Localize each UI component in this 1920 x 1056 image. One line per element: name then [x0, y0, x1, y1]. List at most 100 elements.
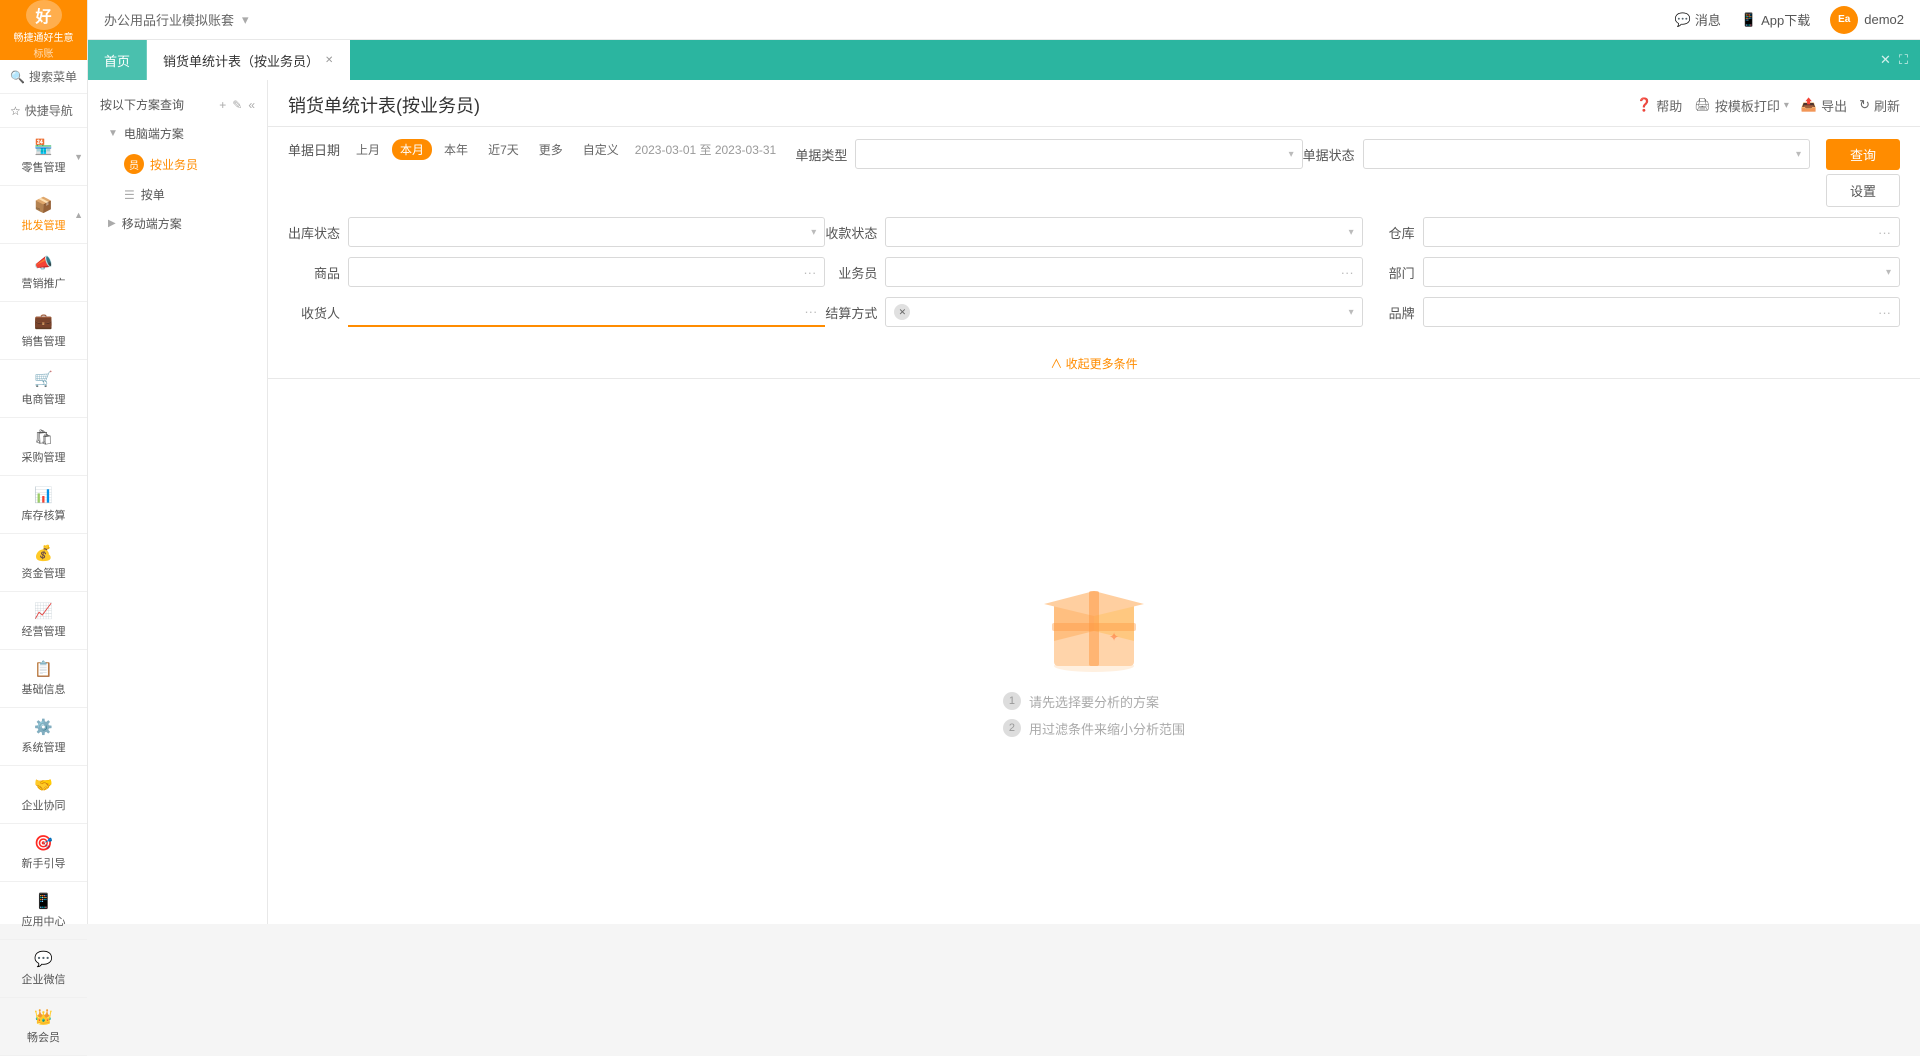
date-tab-more[interactable]: 更多 — [531, 139, 571, 160]
sidebar-item-newbie[interactable]: 🎯 新手引导 — [0, 824, 87, 882]
refresh-button[interactable]: ↻ 刷新 — [1859, 96, 1900, 115]
message-action[interactable]: 💬 消息 — [1675, 10, 1721, 29]
step-2-number: 2 — [1003, 719, 1021, 737]
tab-expand-area: ✕ ⛶ — [1868, 52, 1920, 68]
print-button[interactable]: 🖨 按模板打印 ▾ — [1694, 96, 1789, 115]
sidebar-item-wechat[interactable]: 💬 企业微信 — [0, 940, 87, 998]
app-logo[interactable]: 好 畅捷通好生意 标账 — [0, 0, 87, 60]
sidebar-item-inventory[interactable]: 📊 库存核算 — [0, 476, 87, 534]
empty-step-2: 2 用过滤条件来缩小分析范围 — [1003, 719, 1185, 738]
page-title: 销货单统计表(按业务员) — [288, 92, 480, 118]
tab-close-button[interactable]: ✕ — [325, 55, 333, 66]
dots-icon: ··· — [803, 265, 816, 280]
settlement-input[interactable]: ✕ ▾ — [885, 297, 1362, 327]
edit-scheme-button[interactable]: ✎ — [232, 98, 242, 112]
sidebar-item-apps[interactable]: 📱 应用中心 — [0, 882, 87, 940]
dept-input[interactable]: ▾ — [1423, 257, 1900, 287]
sidebar-item-enterprise[interactable]: 🤝 企业协同 — [0, 766, 87, 824]
filter-row-3: 商品 ··· 业务员 ··· — [288, 257, 1900, 287]
search-menu[interactable]: 🔍 搜索菜单 — [0, 60, 87, 94]
date-tabs-group: 上月 本月 本年 近7天 更多 自定义 2023-03-01 至 2023-03… — [348, 139, 776, 160]
sidebar-item-sales[interactable]: 💼 销售管理 — [0, 302, 87, 360]
dropdown-arrow-icon: ▾ — [1289, 149, 1294, 160]
refresh-label: 刷新 — [1874, 96, 1900, 115]
expand-icon[interactable]: ⛶ — [1899, 52, 1908, 68]
settings-button[interactable]: 设置 — [1826, 174, 1900, 207]
left-panel: 按以下方案查询 + ✎ « ▼ 电脑端方案 员 按业务员 ☰ 按单 — [88, 80, 268, 924]
collapse-label: ∧ 收起更多条件 — [1050, 357, 1137, 371]
dots-icon: ··· — [1878, 225, 1891, 240]
collapse-conditions-button[interactable]: ∧ 收起更多条件 — [268, 349, 1920, 379]
sidebar-item-purchase[interactable]: 🛍 采购管理 — [0, 418, 87, 476]
doc-status-cell: 单据状态 ▾ — [1303, 139, 1810, 169]
out-status-input[interactable]: ▾ — [348, 217, 825, 247]
sidebar-item-wholesale[interactable]: 📦 批发管理 ▲ — [0, 186, 87, 244]
clear-settlement-button[interactable]: ✕ — [894, 304, 910, 320]
tab-sales-stat[interactable]: 销货单统计表（按业务员） ✕ — [147, 40, 350, 80]
sidebar-item-system[interactable]: ⚙️ 系统管理 — [0, 708, 87, 766]
warehouse-input[interactable]: ··· — [1423, 217, 1900, 247]
salesperson-input[interactable]: ··· — [885, 257, 1362, 287]
quick-nav[interactable]: ☆ 快捷导航 — [0, 94, 87, 128]
date-tab-this-year[interactable]: 本年 — [436, 139, 476, 160]
dropdown-arrow-icon: ▾ — [1796, 149, 1801, 160]
sidebar-item-operations[interactable]: 📈 经营管理 — [0, 592, 87, 650]
print-icon: 🖨 — [1694, 97, 1711, 113]
tree-pc-scheme[interactable]: ▼ 电脑端方案 — [88, 119, 267, 148]
doc-type-input[interactable]: ▾ — [855, 139, 1302, 169]
doc-status-input[interactable]: ▾ — [1363, 139, 1810, 169]
sidebar-item-retail[interactable]: 🏪 零售管理 ▼ — [0, 128, 87, 186]
collect-status-input[interactable]: ▾ — [885, 217, 1362, 247]
tree-sub-items: 员 按业务员 ☰ 按单 — [88, 148, 267, 209]
home-tab-label: 首页 — [104, 51, 130, 70]
date-tab-7days[interactable]: 近7天 — [480, 139, 527, 160]
tree-by-doc[interactable]: ☰ 按单 — [108, 180, 267, 209]
receiver-input[interactable]: ··· — [348, 297, 825, 327]
brand-input[interactable]: ··· — [1423, 297, 1900, 327]
date-tab-custom[interactable]: 自定义 — [575, 139, 627, 160]
date-tab-last-month[interactable]: 上月 — [348, 139, 388, 160]
receiver-label: 收货人 — [288, 303, 348, 322]
goods-input[interactable]: ··· — [348, 257, 825, 287]
sidebar-item-ecommerce[interactable]: 🛒 电商管理 — [0, 360, 87, 418]
sidebar-item-label: 采购管理 — [22, 449, 66, 465]
username-label: demo2 — [1864, 12, 1904, 27]
sidebar: 好 畅捷通好生意 标账 🔍 搜索菜单 ☆ 快捷导航 🏪 零售管理 ▼ 📦 批发管… — [0, 0, 88, 924]
sidebar-item-label: 零售管理 — [22, 159, 66, 175]
export-button[interactable]: 📤 导出 — [1801, 96, 1847, 115]
app-download-action[interactable]: 📱 App下载 — [1741, 10, 1810, 29]
doc-type-label: 单据类型 — [795, 145, 855, 164]
header-actions: 💬 消息 📱 App下载 Ea demo2 — [1675, 6, 1904, 34]
user-profile[interactable]: Ea demo2 — [1830, 6, 1904, 34]
tree-mobile-scheme[interactable]: ▶ 移动端方案 — [88, 209, 267, 238]
empty-steps: 1 请先选择要分析的方案 2 用过滤条件来缩小分析范围 — [1003, 692, 1185, 738]
step-2-text: 用过滤条件来缩小分析范围 — [1029, 719, 1185, 738]
date-filter-cell: 单据日期 上月 本月 本年 近7天 更多 自定义 2023-03-01 至 20… — [288, 139, 795, 160]
tab-home[interactable]: 首页 — [88, 40, 147, 80]
finance-icon: 💰 — [34, 544, 53, 562]
collapse-panel-button[interactable]: « — [248, 98, 255, 112]
collect-status-cell: 收款状态 ▾ — [825, 217, 1362, 247]
date-tab-this-month[interactable]: 本月 — [392, 139, 432, 160]
sidebar-item-member[interactable]: 👑 畅会员 — [0, 998, 87, 1056]
newbie-icon: 🎯 — [34, 834, 53, 852]
date-range-display: 2023-03-01 至 2023-03-31 — [635, 141, 776, 158]
dropdown-arrow-icon: ▾ — [1349, 307, 1354, 318]
help-icon: ❓ — [1636, 97, 1652, 113]
add-scheme-button[interactable]: + — [219, 98, 226, 112]
sidebar-item-label: 基础信息 — [22, 681, 66, 697]
sidebar-item-basic[interactable]: 📋 基础信息 — [0, 650, 87, 708]
close-window-icon[interactable]: ✕ — [1880, 52, 1891, 68]
dropdown-icon[interactable]: ▾ — [242, 12, 249, 28]
query-button[interactable]: 查询 — [1826, 139, 1900, 170]
sidebar-item-finance[interactable]: 💰 资金管理 — [0, 534, 87, 592]
sidebar-item-label: 经营管理 — [22, 623, 66, 639]
dropdown-arrow-icon: ▾ — [1886, 267, 1891, 278]
tree-by-salesperson[interactable]: 员 按业务员 — [108, 148, 267, 180]
tree-mobile-label: 移动端方案 — [122, 215, 182, 232]
quick-nav-label: 快捷导航 — [25, 102, 73, 119]
left-panel-actions: + ✎ « — [219, 98, 255, 112]
help-button[interactable]: ❓ 帮助 — [1636, 96, 1682, 115]
sidebar-item-marketing[interactable]: 📣 营销推广 — [0, 244, 87, 302]
active-dot: 员 — [124, 154, 144, 174]
